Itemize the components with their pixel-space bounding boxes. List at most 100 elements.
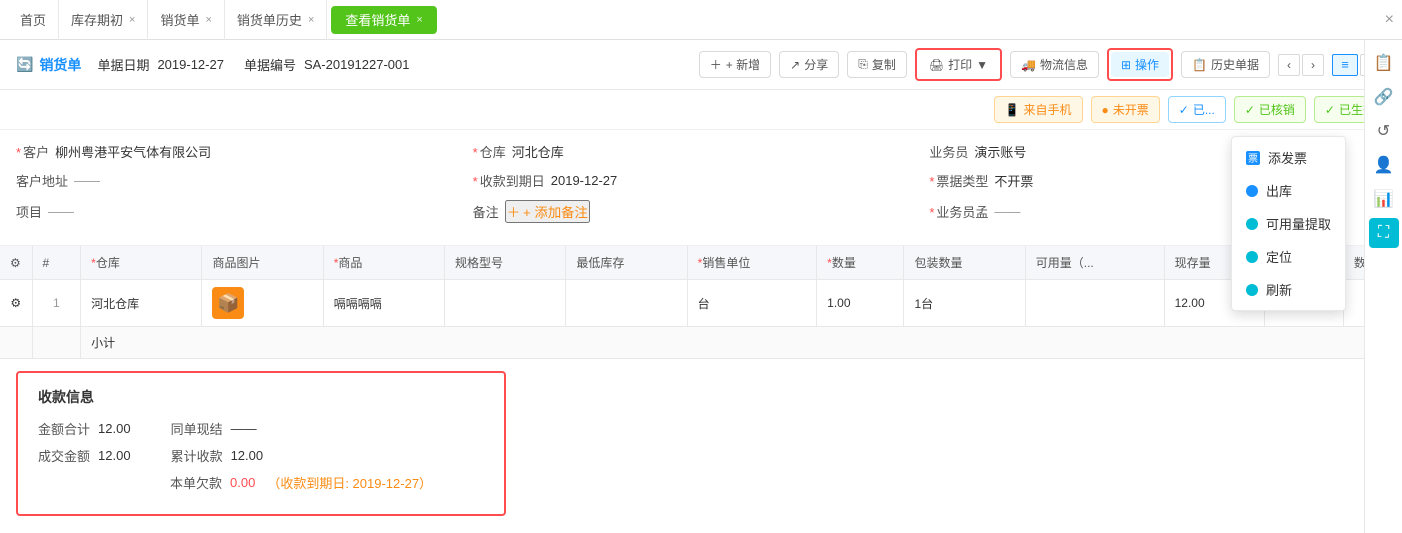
tab-sales-order[interactable]: 销货单 × [148,0,224,40]
sidebar-icon-refresh[interactable]: ↺ [1369,116,1399,146]
num-header: # [32,246,81,280]
operate-highlight: ⊞ 操作 [1107,48,1173,81]
window-close-button[interactable]: × [1385,11,1394,29]
payment-date-label: 收款到期日 [473,171,545,190]
doc-meta: 单据日期 2019-12-27 单据编号 SA-20191227-001 [97,55,409,74]
next-record-button[interactable]: › [1302,54,1324,76]
pack-qty-header: 包装数量 [904,246,1025,280]
refresh-item[interactable]: 刷新 [1232,273,1345,306]
ticket-type-label: 票据类型 [929,171,988,190]
project-field: 项目 —— [16,202,473,221]
due-note: （收款到期日: 2019-12-27） [267,473,432,492]
tab-close-sales[interactable]: × [205,14,211,26]
logistics-button[interactable]: 🚚 物流信息 [1010,51,1099,78]
table-row: ⚙ 1 河北仓库 📦 嗝嗝嗝嗝 台 1.00 1台 12.00 [0,280,1402,327]
add-note-button[interactable]: ＋ + 添加备注 [505,200,590,223]
from-phone-button[interactable]: 📱 来自手机 [994,96,1083,123]
row-product: 嗝嗝嗝嗝 [323,280,444,327]
row-num: 1 [32,280,81,327]
copy-icon: ⎘ [858,57,868,72]
salesperson2-label: 业务员孟 [929,202,988,221]
available-pickup-icon [1246,218,1258,230]
min-stock-header: 最低库存 [566,246,687,280]
right-sidebar: 📋 🔗 ↺ 👤 📊 ⛶ [1364,40,1402,533]
warehouse-field: 仓库 河北仓库 [473,142,930,161]
doc-header: 🔄 销货单 单据日期 2019-12-27 单据编号 SA-20191227-0… [0,40,1402,90]
phone-icon: 📱 [1005,103,1020,117]
transaction-label: 成交金额 [38,446,90,465]
total-amount-item: 金额合计 12.00 [38,419,131,438]
cumulative-item: 累计收款 12.00 [171,446,264,465]
copy-button[interactable]: ⎘ 复制 [847,51,907,78]
grid-icon: ⊞ [1121,58,1131,72]
locate-item[interactable]: 定位 [1232,240,1345,273]
toolbar-row: 📱 来自手机 ● 未开票 ✓ 已... ✓ 已核销 ✓ 已生效 [0,90,1402,130]
address-field: 客户地址 —— [16,171,473,190]
sold-status-button[interactable]: ✓ 已核销 [1234,96,1306,123]
total-amount-label: 金额合计 [38,419,90,438]
prev-record-button[interactable]: ‹ [1278,54,1300,76]
outbound-item[interactable]: 出库 [1232,174,1345,207]
operate-button[interactable]: ⊞ 操作 [1111,52,1169,77]
table-header-row: ⚙ # *仓库 商品图片 *商品 规格型号 最低库存 *销售单位 *数量 包装数… [0,246,1402,280]
nav-arrows: ‹ › [1278,54,1324,76]
salesperson-label: 业务员 [929,142,968,161]
add-button[interactable]: ＋ + 新增 [699,51,771,78]
same-order-label: 同单现结 [171,419,223,438]
locate-icon [1246,251,1258,263]
row-available [1025,280,1164,327]
check-button[interactable]: ✓ 已... [1168,96,1226,123]
tab-close-check[interactable]: × [416,14,422,26]
sidebar-icon-chart[interactable]: 📊 [1369,184,1399,214]
doc-icon: 🔄 [16,56,33,73]
payment-row-3: 本单欠款 0.00 （收款到期日: 2019-12-27） [38,473,484,492]
tab-home[interactable]: 首页 [8,0,59,40]
same-order-item: 同单现结 —— [171,419,257,438]
available-header: 可用量（... [1025,246,1164,280]
row-sales-unit: 台 [687,280,817,327]
sidebar-icon-user[interactable]: 👤 [1369,150,1399,180]
truck-icon: 🚚 [1021,58,1036,72]
warehouse-label: 仓库 [473,142,506,161]
add-invoice-icon: 票 [1246,151,1260,165]
payment-title: 收款信息 [38,387,484,407]
available-pickup-item[interactable]: 可用量提取 [1232,207,1345,240]
tab-check-sales[interactable]: 查看销货单 × [331,6,436,34]
subtotal-label: 小计 [81,327,1402,359]
history-button[interactable]: 📋 历史单据 [1181,51,1270,78]
cumulative-label: 累计收款 [171,446,223,465]
sidebar-icon-link[interactable]: 🔗 [1369,82,1399,112]
print-button[interactable]: 🖨 打印 ▼ [919,52,998,77]
share-button[interactable]: ↗ 分享 [779,51,839,78]
address-label: 客户地址 [16,171,68,190]
add-invoice-item[interactable]: 票 添发票 [1232,141,1345,174]
tab-bar: 首页 库存期初 × 销货单 × 销货单历史 × 查看销货单 × × [0,0,1402,40]
tab-close-history[interactable]: × [308,14,314,26]
payment-row-2: 成交金额 12.00 累计收款 12.00 [38,446,484,465]
list-view-button[interactable]: ≡ [1332,54,1358,76]
row-min-stock [566,280,687,327]
customer-field: 客户 柳州粤港平安气体有限公司 [16,142,473,161]
form-row-3: 项目 —— 备注 ＋ + 添加备注 业务员孟 —— [16,200,1386,223]
print-icon: 🖨 [929,58,944,72]
table-section: ⚙ # *仓库 商品图片 *商品 规格型号 最低库存 *销售单位 *数量 包装数… [0,246,1402,359]
quantity-header: *数量 [817,246,904,280]
row-spec [445,280,566,327]
note-label: 备注 [473,202,499,221]
transaction-value: 12.00 [98,448,131,463]
tab-close-inventory[interactable]: × [129,14,135,26]
sidebar-icon-clipboard[interactable]: 📋 [1369,48,1399,78]
table-wrapper[interactable]: ⚙ # *仓库 商品图片 *商品 规格型号 最低库存 *销售单位 *数量 包装数… [0,246,1402,359]
project-value: —— [48,204,74,219]
form-section: 客户 柳州粤港平安气体有限公司 仓库 河北仓库 业务员 演示账号 客户地址 ——… [0,130,1402,246]
sales-unit-header: *销售单位 [687,246,817,280]
subtotal-row: 小计 [0,327,1402,359]
tab-sales-history[interactable]: 销货单历史 × [225,0,327,40]
row-gear[interactable]: ⚙ [0,280,32,327]
current-due-value: 0.00 [230,475,255,490]
sidebar-icon-expand[interactable]: ⛶ [1369,218,1399,248]
tab-inventory-init[interactable]: 库存期初 × [59,0,148,40]
not-open-button[interactable]: ● 未开票 [1091,96,1160,123]
payment-box: 收款信息 金额合计 12.00 同单现结 —— 成交金额 12.00 累计收款 … [16,371,506,516]
payment-date-field: 收款到期日 2019-12-27 [473,171,930,190]
